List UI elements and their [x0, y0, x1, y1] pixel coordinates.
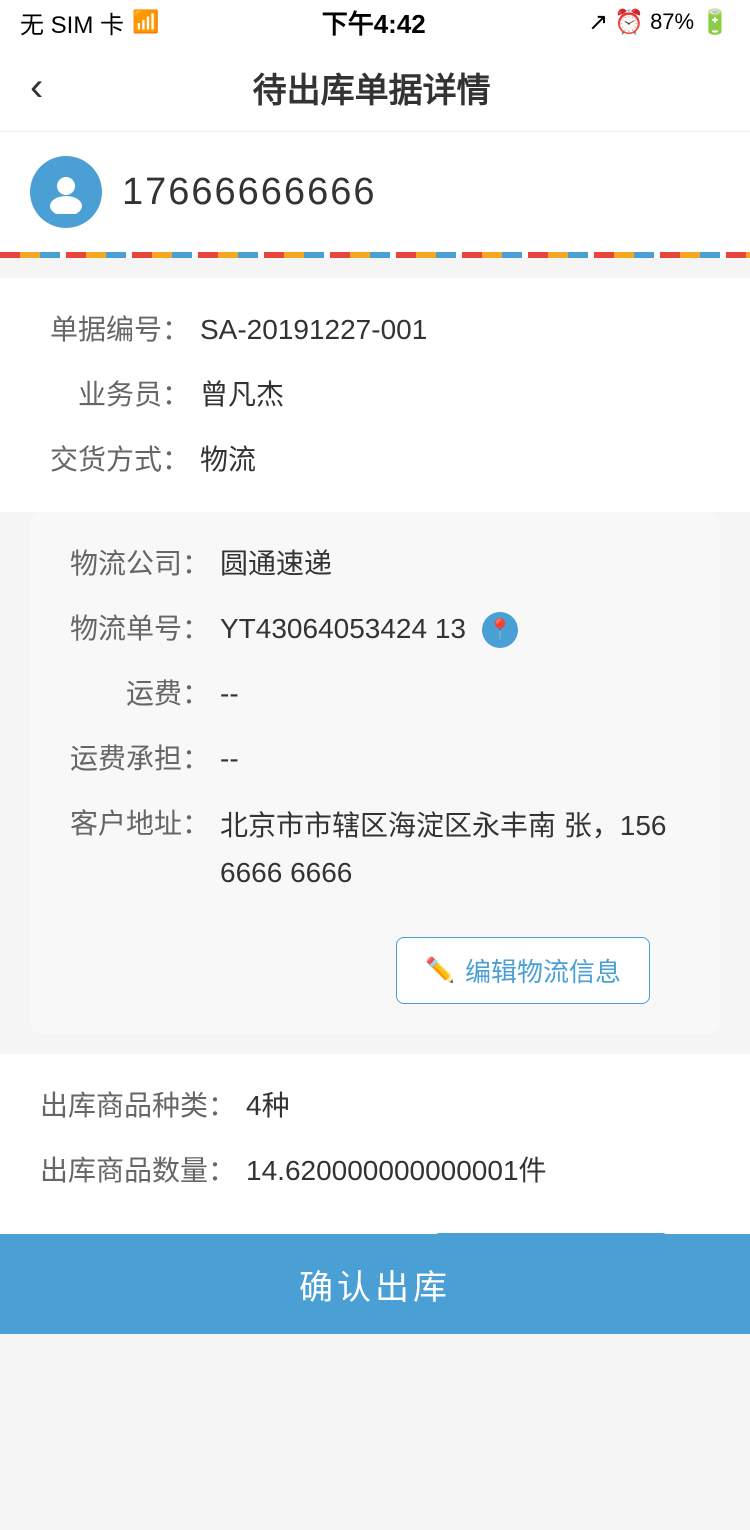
edit-logistics-label: 编辑物流信息	[465, 952, 621, 989]
battery-icon: 🔋	[700, 8, 730, 37]
salesman-row: 业务员： 曾凡杰	[40, 373, 710, 418]
dashed-divider	[0, 252, 750, 258]
user-icon	[44, 170, 88, 214]
delivery-label: 交货方式：	[40, 438, 200, 483]
goods-type-value: 4种	[246, 1084, 710, 1129]
goods-quantity-label: 出库商品数量：	[40, 1149, 246, 1194]
tracking-label: 物流单号：	[60, 607, 220, 652]
logistics-company-value: 圆通速递	[220, 542, 690, 587]
status-bar: 无 SIM 卡 📶 下午4:42 ↗ ⏰ 87% 🔋	[0, 0, 750, 44]
freight-value: --	[220, 672, 690, 717]
edit-logistics-button-row: ✏️ 编辑物流信息	[60, 917, 690, 1004]
salesman-label: 业务员：	[40, 373, 200, 418]
logistics-company-label: 物流公司：	[60, 542, 220, 587]
nav-bar: ‹ 待出库单据详情	[0, 44, 750, 132]
sim-status: 无 SIM 卡	[20, 5, 124, 40]
salesman-value: 曾凡杰	[200, 373, 710, 418]
edit-logistics-button[interactable]: ✏️ 编辑物流信息	[396, 937, 650, 1004]
freight-bearer-row: 运费承担： --	[60, 737, 690, 782]
order-no-value: SA-20191227-001	[200, 308, 710, 353]
goods-quantity-value: 14.620000000000001件	[246, 1149, 710, 1194]
customer-header: 17666666666	[0, 132, 750, 252]
confirm-bar[interactable]: 确认出库	[0, 1234, 750, 1334]
status-left: 无 SIM 卡 📶	[20, 5, 159, 40]
logistics-company-row: 物流公司： 圆通速递	[60, 542, 690, 587]
tracking-value: YT43064053424 13	[220, 607, 690, 652]
page-title: 待出库单据详情	[63, 63, 680, 112]
bottom-spacer	[0, 1330, 750, 1530]
address-value: 北京市市辖区海淀区永丰南 张，156 6666 6666	[220, 802, 690, 897]
edit-icon: ✏️	[425, 956, 455, 985]
confirm-button-label: 确认出库	[299, 1260, 451, 1309]
tracking-row: 物流单号： YT43064053424 13	[60, 607, 690, 652]
location-status-icon: ↗	[588, 8, 608, 37]
alarm-icon: ⏰	[614, 8, 644, 37]
address-row: 客户地址： 北京市市辖区海淀区永丰南 张，156 6666 6666	[60, 802, 690, 897]
customer-phone: 17666666666	[122, 171, 376, 214]
battery-level: 87%	[650, 9, 694, 35]
avatar	[30, 156, 102, 228]
goods-type-label: 出库商品种类：	[40, 1084, 246, 1129]
freight-bearer-label: 运费承担：	[60, 737, 220, 782]
status-time: 下午4:42	[322, 4, 426, 41]
status-right: ↗ ⏰ 87% 🔋	[588, 8, 730, 37]
map-location-icon[interactable]	[482, 612, 518, 648]
back-button[interactable]: ‹	[30, 55, 63, 120]
goods-quantity-row: 出库商品数量： 14.620000000000001件	[40, 1149, 710, 1194]
order-no-label: 单据编号：	[40, 308, 200, 353]
freight-bearer-value: --	[220, 737, 690, 782]
section-divider-1	[0, 1034, 750, 1054]
wifi-icon: 📶	[132, 9, 159, 35]
delivery-row: 交货方式： 物流	[40, 438, 710, 483]
order-no-row: 单据编号： SA-20191227-001	[40, 308, 710, 353]
logistics-card: 物流公司： 圆通速递 物流单号： YT43064053424 13 运费： --…	[30, 512, 720, 1033]
delivery-value: 物流	[200, 438, 710, 483]
freight-row: 运费： --	[60, 672, 690, 717]
address-label: 客户地址：	[60, 802, 220, 847]
goods-type-row: 出库商品种类： 4种	[40, 1084, 710, 1129]
tracking-number: YT43064053424 13	[220, 607, 466, 652]
freight-label: 运费：	[60, 672, 220, 717]
order-info-section: 单据编号： SA-20191227-001 业务员： 曾凡杰 交货方式： 物流	[0, 278, 750, 512]
